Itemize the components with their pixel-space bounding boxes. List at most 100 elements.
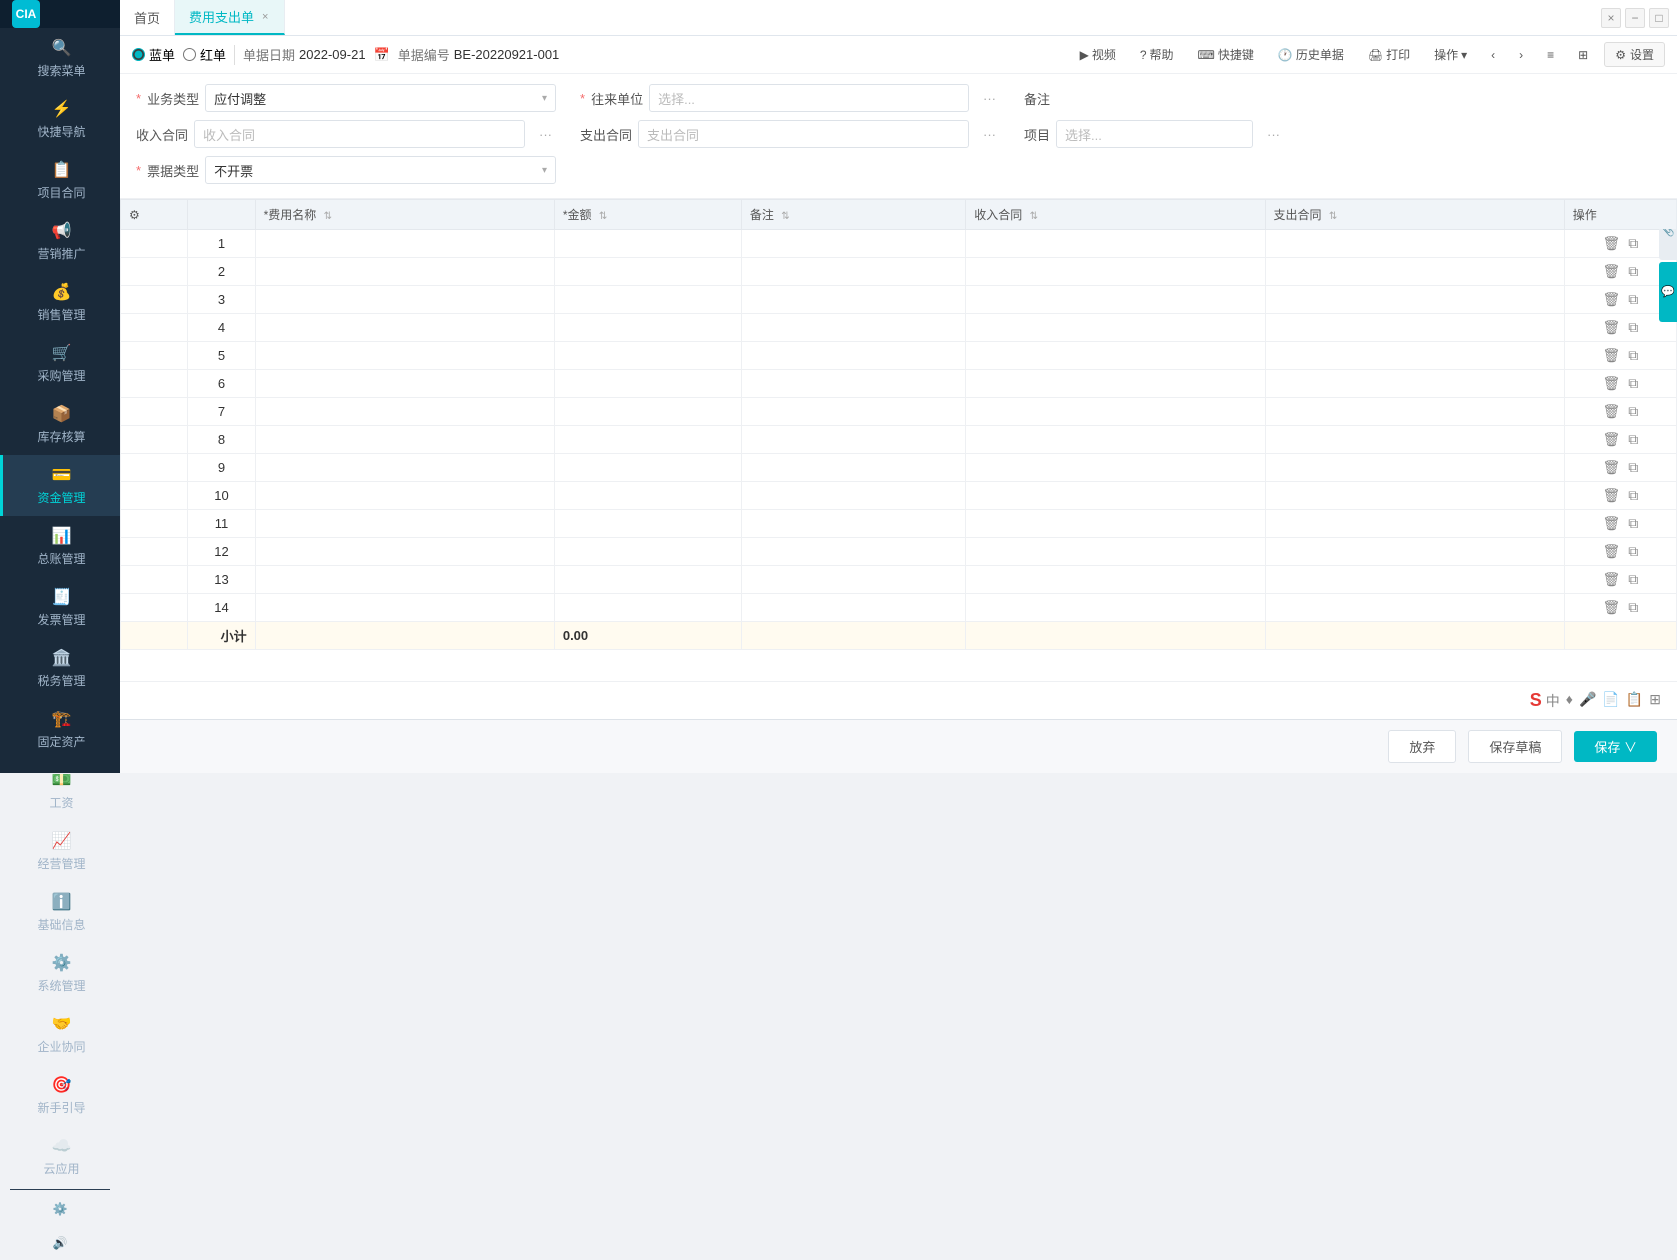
red-bill-input[interactable]: [183, 48, 196, 61]
row-expense-cell[interactable]: [255, 398, 554, 426]
row-expense-contract-cell[interactable]: [1265, 538, 1564, 566]
sidebar-item-sales[interactable]: 💰 销售管理: [0, 272, 120, 333]
row-amount-cell[interactable]: [554, 594, 741, 622]
row-note-cell[interactable]: [741, 258, 965, 286]
expense-contract-input[interactable]: 支出合同: [638, 120, 969, 148]
sidebar-item-cloud[interactable]: ☁️ 云应用: [0, 1126, 120, 1187]
row-note-cell[interactable]: [741, 594, 965, 622]
blue-bill-input[interactable]: [132, 48, 145, 61]
sidebar-sound-btn[interactable]: 🔊: [0, 1226, 120, 1260]
partner-ellipsis[interactable]: ···: [979, 89, 1000, 108]
operations-btn[interactable]: 操作 ▾: [1426, 43, 1475, 66]
row-income-contract-cell[interactable]: [966, 398, 1265, 426]
row-note-cell[interactable]: [741, 538, 965, 566]
row-expense-cell[interactable]: [255, 258, 554, 286]
row-amount-cell[interactable]: [554, 258, 741, 286]
row-note-cell[interactable]: [741, 370, 965, 398]
settings-btn[interactable]: ⚙ 设置: [1604, 42, 1665, 67]
row-delete-btn[interactable]: 🗑: [1600, 401, 1622, 422]
sidebar-item-project[interactable]: 📋 项目合同: [0, 150, 120, 211]
row-copy-btn[interactable]: ⧉: [1626, 317, 1640, 338]
row-income-contract-cell[interactable]: [966, 454, 1265, 482]
row-income-contract-cell[interactable]: [966, 482, 1265, 510]
col-note[interactable]: 备注 ⇅: [741, 200, 965, 230]
brand-icon-grid[interactable]: ⊞: [1649, 691, 1661, 711]
row-amount-cell[interactable]: [554, 426, 741, 454]
brand-icon-clipboard[interactable]: 📋: [1626, 691, 1643, 711]
row-note-cell[interactable]: [741, 314, 965, 342]
right-panel-btn-2[interactable]: 💬: [1659, 262, 1677, 322]
project-ellipsis[interactable]: ···: [1263, 125, 1284, 144]
row-expense-cell[interactable]: [255, 426, 554, 454]
row-amount-cell[interactable]: [554, 314, 741, 342]
row-expense-cell[interactable]: [255, 482, 554, 510]
row-expense-contract-cell[interactable]: [1265, 510, 1564, 538]
row-expense-contract-cell[interactable]: [1265, 398, 1564, 426]
row-delete-btn[interactable]: 🗑: [1600, 345, 1622, 366]
row-expense-cell[interactable]: [255, 594, 554, 622]
row-delete-btn[interactable]: 🗑: [1600, 289, 1622, 310]
row-copy-btn[interactable]: ⧉: [1626, 541, 1640, 562]
row-expense-contract-cell[interactable]: [1265, 594, 1564, 622]
sidebar-item-new-guide[interactable]: 🎯 新手引导: [0, 1065, 120, 1126]
row-amount-cell[interactable]: [554, 370, 741, 398]
sidebar-item-accounting[interactable]: 📊 总账管理: [0, 516, 120, 577]
sidebar-item-basic-info[interactable]: ℹ️ 基础信息: [0, 882, 120, 943]
row-expense-contract-cell[interactable]: [1265, 370, 1564, 398]
row-delete-btn[interactable]: 🗑: [1600, 373, 1622, 394]
row-delete-btn[interactable]: 🗑: [1600, 513, 1622, 534]
income-contract-input[interactable]: 收入合同: [194, 120, 525, 148]
row-amount-cell[interactable]: [554, 510, 741, 538]
row-delete-btn[interactable]: 🗑: [1600, 457, 1622, 478]
tab-expense-close[interactable]: ×: [260, 10, 270, 24]
row-note-cell[interactable]: [741, 566, 965, 594]
sidebar-item-quick-nav[interactable]: ⚡ 快捷导航: [0, 89, 120, 150]
tab-window-min[interactable]: −: [1625, 8, 1645, 28]
row-expense-cell[interactable]: [255, 454, 554, 482]
row-copy-btn[interactable]: ⧉: [1626, 345, 1640, 366]
row-note-cell[interactable]: [741, 342, 965, 370]
sidebar-item-payroll[interactable]: 💵 工资: [0, 760, 120, 821]
row-expense-cell[interactable]: [255, 510, 554, 538]
sidebar-item-invoice[interactable]: 🧾 发票管理: [0, 577, 120, 638]
col-income-contract[interactable]: 收入合同 ⇅: [966, 200, 1265, 230]
row-expense-cell[interactable]: [255, 286, 554, 314]
prev-btn[interactable]: ‹: [1483, 45, 1503, 65]
row-delete-btn[interactable]: 🗑: [1600, 597, 1622, 618]
expense-contract-ellipsis[interactable]: ···: [979, 125, 1000, 144]
business-type-input[interactable]: 应付调整 ▾: [205, 84, 556, 112]
list-view-btn[interactable]: ≡: [1539, 45, 1562, 65]
sidebar-item-fixed-assets[interactable]: 🏗️ 固定资产: [0, 699, 120, 760]
next-btn[interactable]: ›: [1511, 45, 1531, 65]
row-delete-btn[interactable]: 🗑: [1600, 429, 1622, 450]
row-copy-btn[interactable]: ⧉: [1626, 289, 1640, 310]
row-copy-btn[interactable]: ⧉: [1626, 429, 1640, 450]
row-amount-cell[interactable]: [554, 398, 741, 426]
sidebar-item-enterprise[interactable]: 🤝 企业协同: [0, 1004, 120, 1065]
row-expense-contract-cell[interactable]: [1265, 342, 1564, 370]
brand-icon-zh[interactable]: 中: [1546, 691, 1560, 711]
row-copy-btn[interactable]: ⧉: [1626, 513, 1640, 534]
row-expense-contract-cell[interactable]: [1265, 258, 1564, 286]
row-expense-contract-cell[interactable]: [1265, 230, 1564, 258]
row-income-contract-cell[interactable]: [966, 370, 1265, 398]
row-income-contract-cell[interactable]: [966, 314, 1265, 342]
row-copy-btn[interactable]: ⧉: [1626, 485, 1640, 506]
col-expense-name[interactable]: *费用名称 ⇅: [255, 200, 554, 230]
row-note-cell[interactable]: [741, 454, 965, 482]
brand-icon-doc[interactable]: 📄: [1602, 691, 1619, 711]
row-copy-btn[interactable]: ⧉: [1626, 597, 1640, 618]
col-expense-contract[interactable]: 支出合同 ⇅: [1265, 200, 1564, 230]
discard-button[interactable]: 放弃: [1388, 730, 1456, 763]
row-expense-contract-cell[interactable]: [1265, 286, 1564, 314]
shortcut-btn[interactable]: ⌨ 快捷键: [1190, 43, 1262, 66]
sidebar-item-capital[interactable]: 💳 资金管理: [0, 455, 120, 516]
row-income-contract-cell[interactable]: [966, 510, 1265, 538]
row-expense-contract-cell[interactable]: [1265, 566, 1564, 594]
row-expense-cell[interactable]: [255, 370, 554, 398]
help-btn[interactable]: ? 帮助: [1132, 43, 1182, 66]
col-amount[interactable]: *金额 ⇅: [554, 200, 741, 230]
row-expense-cell[interactable]: [255, 314, 554, 342]
sidebar-item-operations[interactable]: 📈 经营管理: [0, 821, 120, 882]
sidebar-item-inventory[interactable]: 📦 库存核算: [0, 394, 120, 455]
